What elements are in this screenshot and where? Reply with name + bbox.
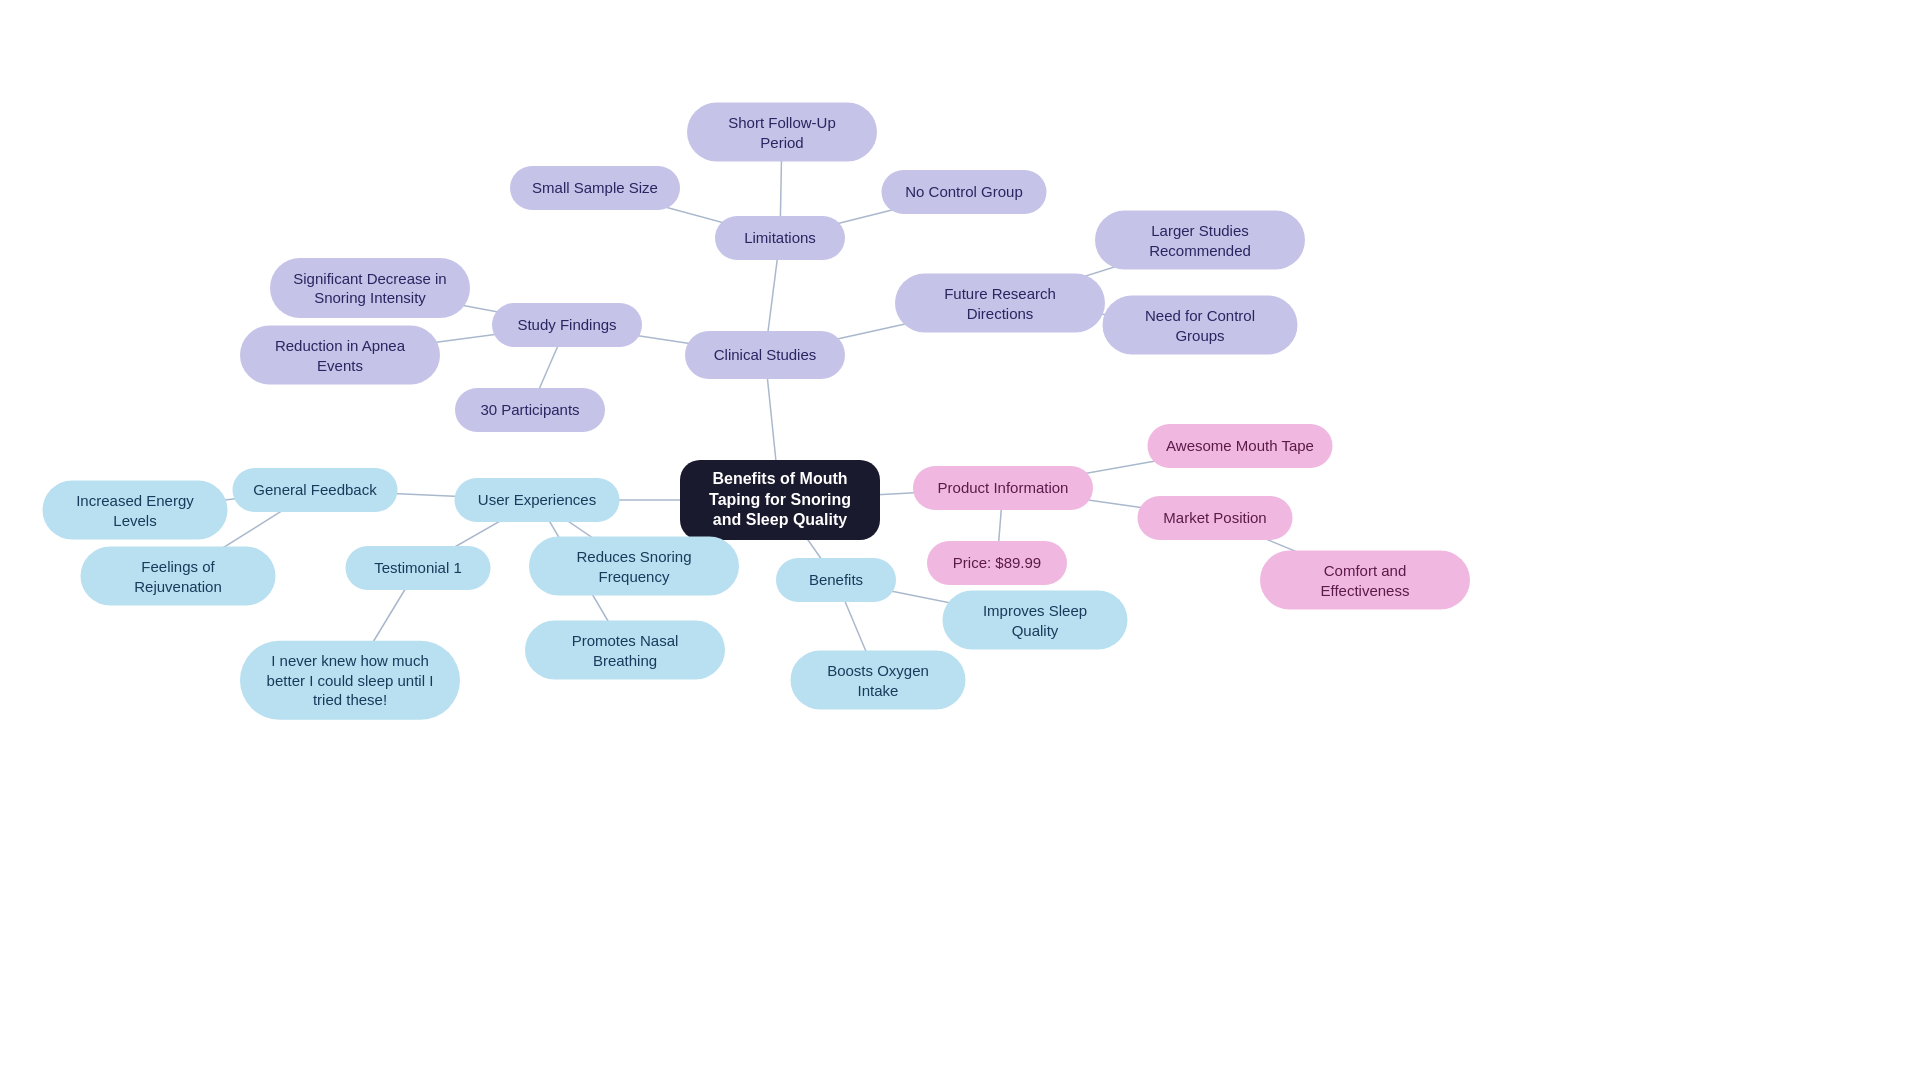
node-larger_studies: Larger Studies Recommended <box>1095 211 1305 270</box>
node-reduces_snoring: Reduces Snoring Frequency <box>529 537 739 596</box>
node-future_research: Future Research Directions <box>895 274 1105 333</box>
node-testimonial_text: I never knew how much better I could sle… <box>240 641 460 720</box>
node-short_followup: Short Follow-Up Period <box>687 103 877 162</box>
node-general_feedback: General Feedback <box>233 468 398 512</box>
node-awesome_mouth: Awesome Mouth Tape <box>1148 424 1333 468</box>
node-sig_decrease: Significant Decrease in Snoring Intensit… <box>270 258 470 318</box>
node-benefits: Benefits <box>776 558 896 602</box>
node-improves_sleep: Improves Sleep Quality <box>943 591 1128 650</box>
node-reduction_apnea: Reduction in Apnea Events <box>240 326 440 385</box>
node-promotes_nasal: Promotes Nasal Breathing <box>525 621 725 680</box>
node-market_position: Market Position <box>1138 496 1293 540</box>
node-need_control: Need for Control Groups <box>1103 296 1298 355</box>
node-testimonial1: Testimonial 1 <box>346 546 491 590</box>
mindmap-container: Benefits of Mouth Taping for Snoring and… <box>0 0 1920 1083</box>
node-price: Price: $89.99 <box>927 541 1067 585</box>
node-increased_energy: Increased Energy Levels <box>43 481 228 540</box>
node-user_experiences: User Experiences <box>455 478 620 522</box>
node-clinical_studies: Clinical Studies <box>685 331 845 379</box>
node-participants_30: 30 Participants <box>455 388 605 432</box>
node-comfort_effectiveness: Comfort and Effectiveness <box>1260 551 1470 610</box>
node-feelings_rejuv: Feelings of Rejuvenation <box>81 547 276 606</box>
node-center: Benefits of Mouth Taping for Snoring and… <box>680 460 880 540</box>
node-product_info: Product Information <box>913 466 1093 510</box>
node-small_sample: Small Sample Size <box>510 166 680 210</box>
node-study_findings: Study Findings <box>492 303 642 347</box>
node-limitations: Limitations <box>715 216 845 260</box>
node-no_control: No Control Group <box>882 170 1047 214</box>
node-boosts_oxygen: Boosts Oxygen Intake <box>791 651 966 710</box>
